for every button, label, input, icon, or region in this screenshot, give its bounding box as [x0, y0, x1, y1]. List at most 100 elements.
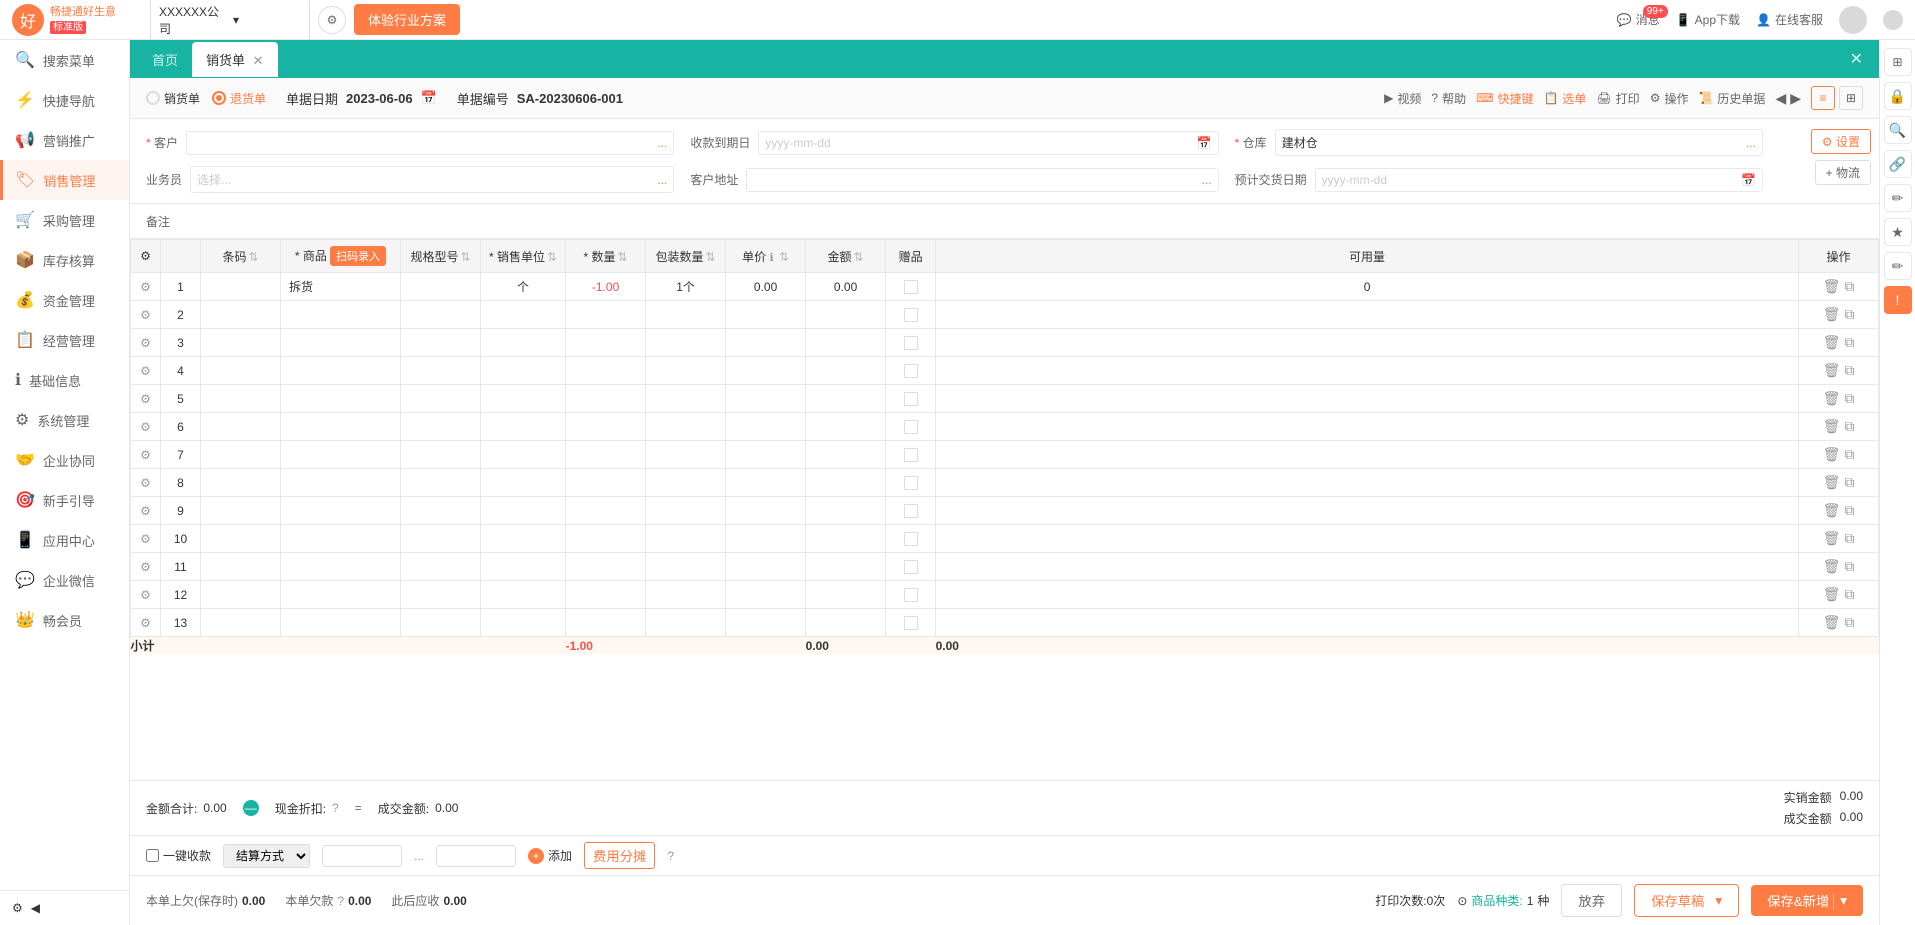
row-barcode[interactable]	[201, 553, 281, 581]
row-pkg-qty[interactable]	[646, 553, 726, 581]
row-product[interactable]: 拆货	[281, 273, 401, 301]
row-product[interactable]	[281, 441, 401, 469]
row-settings[interactable]: ⚙	[131, 385, 161, 413]
right-panel-edit-icon[interactable]: ✏	[1884, 184, 1912, 212]
row-unit[interactable]	[481, 357, 566, 385]
row-qty[interactable]	[566, 301, 646, 329]
row-pkg-qty[interactable]	[646, 329, 726, 357]
row-settings[interactable]: ⚙	[131, 581, 161, 609]
row-amount[interactable]	[806, 581, 886, 609]
sidebar-item-quicknav[interactable]: ⚡ 快捷导航	[0, 80, 129, 120]
row-spec[interactable]	[401, 385, 481, 413]
sidebar-item-guide[interactable]: 🎯 新手引导	[0, 480, 129, 520]
price-info-icon[interactable]: ℹ	[769, 252, 773, 264]
row-copy-icon[interactable]: ⧉	[1844, 334, 1854, 351]
customer-input-box[interactable]: ...	[186, 131, 674, 155]
sidebar-item-sales[interactable]: 🏷 销售管理	[0, 160, 129, 200]
row-price[interactable]	[726, 469, 806, 497]
row-copy-icon[interactable]: ⧉	[1844, 502, 1854, 519]
row-gift[interactable]	[886, 609, 936, 637]
row-unit[interactable]	[481, 553, 566, 581]
row-barcode[interactable]	[201, 301, 281, 329]
row-amount[interactable]	[806, 469, 886, 497]
row-spec[interactable]	[401, 413, 481, 441]
row-unit[interactable]	[481, 441, 566, 469]
row-barcode[interactable]	[201, 273, 281, 301]
tab-home[interactable]: 首页	[138, 42, 192, 77]
row-unit[interactable]	[481, 525, 566, 553]
row-settings[interactable]: ⚙	[131, 497, 161, 525]
row-delete-icon[interactable]: 🗑	[1823, 614, 1841, 631]
row-spec[interactable]	[401, 329, 481, 357]
row-copy-icon[interactable]: ⧉	[1844, 278, 1854, 295]
row-delete-icon[interactable]: 🗑	[1823, 502, 1841, 519]
warehouse-input-box[interactable]: 建材仓 ...	[1275, 129, 1763, 156]
calendar-icon[interactable]: 📅	[421, 90, 437, 106]
row-barcode[interactable]	[201, 609, 281, 637]
row-unit[interactable]	[481, 497, 566, 525]
avatar-extra[interactable]	[1883, 10, 1903, 30]
save-new-chevron-icon[interactable]: ▾	[1833, 893, 1847, 909]
message-button[interactable]: 💬 消息 99+	[1617, 11, 1660, 28]
row-settings[interactable]: ⚙	[131, 609, 161, 637]
row-pkg-qty[interactable]	[646, 581, 726, 609]
col-settings-header[interactable]: ⚙	[131, 240, 161, 273]
toolbar-ops[interactable]: ⚙操作	[1650, 90, 1689, 107]
row-unit[interactable]: 个	[481, 273, 566, 301]
right-panel-search-icon[interactable]: 🔍	[1884, 116, 1912, 144]
row-amount[interactable]	[806, 329, 886, 357]
row-price[interactable]	[726, 497, 806, 525]
one-click-checkbox[interactable]	[146, 849, 159, 862]
save-draft-button[interactable]: 保存草稿 ▾	[1634, 884, 1739, 917]
toolbar-video[interactable]: ▶视频	[1384, 90, 1421, 107]
due-date-calendar-icon[interactable]: 📅	[1197, 136, 1212, 150]
row-spec[interactable]	[401, 357, 481, 385]
row-pkg-qty[interactable]	[646, 525, 726, 553]
right-panel-lock-icon[interactable]: 🔒	[1884, 82, 1912, 110]
row-product[interactable]	[281, 385, 401, 413]
payment-dots-button[interactable]: ...	[414, 849, 424, 863]
row-pkg-qty[interactable]: 1个	[646, 273, 726, 301]
row-settings[interactable]: ⚙	[131, 525, 161, 553]
customer-address-dots-button[interactable]: ...	[1202, 173, 1212, 187]
toolbar-help[interactable]: ?帮助	[1431, 90, 1466, 107]
row-price[interactable]	[726, 609, 806, 637]
app-download-button[interactable]: 📱 App下载	[1676, 11, 1740, 28]
radio-sales-order[interactable]: 销货单	[146, 90, 200, 107]
row-pkg-qty[interactable]	[646, 413, 726, 441]
row-price[interactable]	[726, 553, 806, 581]
expected-date-input-box[interactable]: yyyy-mm-dd 📅	[1315, 168, 1763, 192]
row-spec[interactable]	[401, 525, 481, 553]
view-grid-button[interactable]: ⊞	[1839, 86, 1863, 110]
sidebar-item-system[interactable]: ⚙ 系统管理	[0, 400, 129, 440]
row-copy-icon[interactable]: ⧉	[1844, 530, 1854, 547]
row-qty[interactable]: -1.00	[566, 273, 646, 301]
row-price[interactable]	[726, 301, 806, 329]
customer-dots-button[interactable]: ...	[657, 136, 667, 150]
row-amount[interactable]	[806, 301, 886, 329]
row-product[interactable]	[281, 525, 401, 553]
right-panel-star-icon[interactable]: ★	[1884, 218, 1912, 246]
row-barcode[interactable]	[201, 357, 281, 385]
row-qty[interactable]	[566, 497, 646, 525]
save-new-button[interactable]: 保存&新增 ▾	[1751, 885, 1863, 916]
sidebar-item-basic-info[interactable]: ℹ 基础信息	[0, 360, 129, 400]
row-copy-icon[interactable]: ⧉	[1844, 362, 1854, 379]
toolbar-history[interactable]: 📜历史单据	[1698, 90, 1765, 107]
row-copy-icon[interactable]: ⧉	[1844, 418, 1854, 435]
row-unit[interactable]	[481, 301, 566, 329]
row-delete-icon[interactable]: 🗑	[1823, 334, 1841, 351]
salesperson-input-box[interactable]: 选择... ...	[190, 166, 674, 193]
payment-account-input[interactable]	[322, 845, 402, 867]
radio-return-order[interactable]: 退货单	[212, 90, 266, 107]
row-delete-icon[interactable]: 🗑	[1823, 558, 1841, 575]
row-delete-icon[interactable]: 🗑	[1823, 418, 1841, 435]
settings-button[interactable]: ⚙	[318, 6, 346, 34]
row-pkg-qty[interactable]	[646, 497, 726, 525]
next-arrow[interactable]: ▶	[1790, 90, 1801, 107]
avatar[interactable]	[1839, 6, 1867, 34]
row-qty[interactable]	[566, 609, 646, 637]
row-qty[interactable]	[566, 469, 646, 497]
row-price[interactable]: 0.00	[726, 273, 806, 301]
toolbar-shortcut[interactable]: ⌨快捷键	[1476, 90, 1533, 107]
